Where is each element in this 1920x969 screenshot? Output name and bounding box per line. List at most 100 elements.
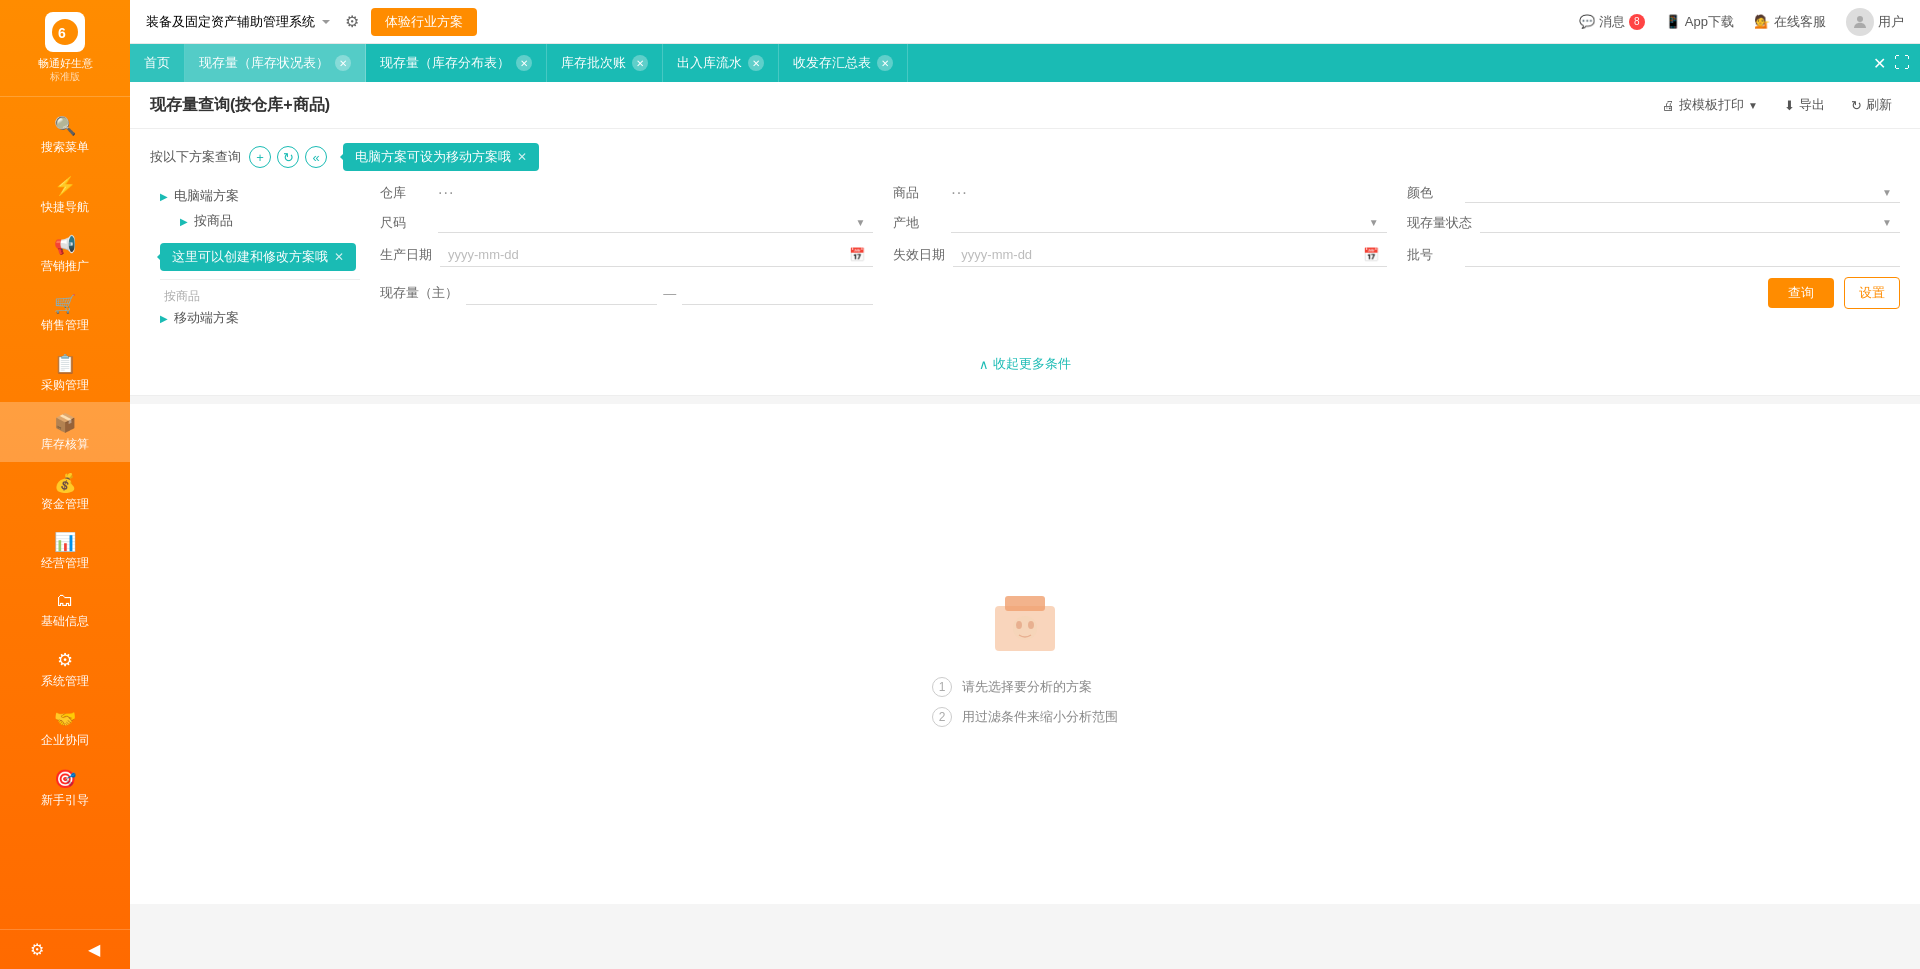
tab-inventory-dist-close[interactable]: ✕ <box>516 55 532 71</box>
refresh-label: 刷新 <box>1866 96 1892 114</box>
scheme-edit-tooltip-close[interactable]: ✕ <box>334 250 344 264</box>
tab-inventory-status-close[interactable]: ✕ <box>335 55 351 71</box>
tab-fullscreen-btn[interactable]: ⛶ <box>1894 54 1910 72</box>
header-left: 装备及固定资产辅助管理系统 ⚙ 体验行业方案 <box>146 8 477 36</box>
scheme-desktop-header[interactable]: ▶ 电脑端方案 <box>160 183 360 209</box>
scheme-mobile-tooltip-text: 电脑方案可设为移动方案哦 <box>355 148 511 166</box>
sidebar-item-system[interactable]: ⚙ 系统管理 <box>0 639 130 698</box>
sidebar-item-basic[interactable]: 🗂 基础信息 <box>0 580 130 638</box>
exp-date-input[interactable]: yyyy-mm-dd 📅 <box>953 243 1386 267</box>
stock-min-input[interactable] <box>466 281 657 305</box>
empty-state: 1 请先选择要分析的方案 2 用过滤条件来缩小分析范围 <box>932 581 1118 727</box>
sidebar-item-search[interactable]: 🔍 搜索菜单 <box>0 105 130 164</box>
app-download-label: App下载 <box>1685 13 1734 31</box>
sidebar-label-system: 系统管理 <box>41 674 89 688</box>
user-btn[interactable]: 用户 <box>1846 8 1904 36</box>
sales-icon: 🛒 <box>54 293 76 315</box>
prod-date-calendar-icon[interactable]: 📅 <box>849 247 865 262</box>
refresh-icon: ↻ <box>1851 98 1862 113</box>
sidebar-item-quick-nav[interactable]: ⚡ 快捷导航 <box>0 165 130 224</box>
chevron-right-icon-mobile: ▶ <box>160 313 168 324</box>
sidebar-item-operations[interactable]: 📊 经营管理 <box>0 521 130 580</box>
sidebar-collapse-btn[interactable]: ◀ <box>88 940 100 959</box>
tab-inventory-dist[interactable]: 现存量（库存分布表） ✕ <box>366 44 547 82</box>
color-select-arrow: ▼ <box>1882 187 1892 198</box>
batch-input[interactable] <box>1465 243 1900 267</box>
goods-dots[interactable]: ··· <box>951 184 967 202</box>
sidebar-item-enterprise[interactable]: 🤝 企业协同 <box>0 698 130 757</box>
sidebar-item-marketing[interactable]: 📢 营销推广 <box>0 224 130 283</box>
message-btn[interactable]: 💬 消息 8 <box>1579 13 1645 31</box>
color-select[interactable]: ▼ <box>1465 183 1900 203</box>
filter-warehouse: 仓库 ··· <box>380 184 873 202</box>
sidebar-label-marketing: 营销推广 <box>41 259 89 273</box>
scheme-edit-tooltip-text: 这里可以创建和修改方案哦 <box>172 248 328 266</box>
tab-inventory-status[interactable]: 现存量（库存状况表） ✕ <box>185 44 366 82</box>
stock-status-select[interactable]: ▼ <box>1480 213 1900 233</box>
filter-row-2: 尺码 ▼ 产地 ▼ <box>380 213 1900 233</box>
system-icon: ⚙ <box>57 649 73 671</box>
system-selector[interactable]: 装备及固定资产辅助管理系统 <box>146 13 333 31</box>
sidebar-item-purchase[interactable]: 📋 采购管理 <box>0 343 130 402</box>
filter-header: 按以下方案查询 + ↻ « 电脑方案可设为移动方案哦 ✕ <box>150 143 1900 171</box>
message-badge: 8 <box>1629 14 1645 30</box>
filter-add-btn[interactable]: + <box>249 146 271 168</box>
stock-max-input[interactable] <box>682 281 873 305</box>
sidebar-settings-btn[interactable]: ⚙ <box>30 940 44 959</box>
stock-range-sep: — <box>663 286 676 301</box>
empty-step-1: 1 请先选择要分析的方案 <box>932 677 1118 697</box>
tab-home[interactable]: 首页 <box>130 44 185 82</box>
origin-label: 产地 <box>893 214 943 232</box>
export-btn[interactable]: ⬇ 导出 <box>1776 92 1833 118</box>
set-btn[interactable]: 设置 <box>1844 277 1900 309</box>
scheme-edit-tooltip-wrapper: 这里可以创建和修改方案哦 ✕ <box>160 243 360 271</box>
print-btn[interactable]: 🖨 按模板打印 ▼ <box>1654 92 1766 118</box>
scheme-desktop-sub[interactable]: ▶ 按商品 <box>180 209 360 233</box>
sidebar-item-finance[interactable]: 💰 资金管理 <box>0 462 130 521</box>
logo-text: 畅通好生意 <box>38 56 93 70</box>
sidebar-label-inventory: 库存核算 <box>41 437 89 451</box>
header-settings-btn[interactable]: ⚙ <box>345 12 359 31</box>
tab-close-all-btn[interactable]: ✕ <box>1873 54 1886 73</box>
color-label: 颜色 <box>1407 184 1457 202</box>
app-download-btn[interactable]: 📱 App下载 <box>1665 13 1734 31</box>
sidebar-item-newbie[interactable]: 🎯 新手引导 <box>0 758 130 817</box>
industry-btn[interactable]: 体验行业方案 <box>371 8 477 36</box>
online-service-btn[interactable]: 💁 在线客服 <box>1754 13 1826 31</box>
filter-refresh-scheme-btn[interactable]: ↻ <box>277 146 299 168</box>
filter-origin: 产地 ▼ <box>893 213 1386 233</box>
prod-date-input[interactable]: yyyy-mm-dd 📅 <box>440 243 873 267</box>
finance-icon: 💰 <box>54 472 76 494</box>
tab-home-label: 首页 <box>144 54 170 72</box>
sidebar-label-quick-nav: 快捷导航 <box>41 200 89 214</box>
svg-point-6 <box>1016 621 1022 629</box>
message-icon: 💬 <box>1579 14 1595 29</box>
page-header-actions: 🖨 按模板打印 ▼ ⬇ 导出 ↻ 刷新 <box>1654 92 1900 118</box>
size-select[interactable]: ▼ <box>438 213 873 233</box>
origin-select[interactable]: ▼ <box>951 213 1386 233</box>
tab-in-out-flow-close[interactable]: ✕ <box>748 55 764 71</box>
sidebar-item-inventory[interactable]: 📦 库存核算 <box>0 402 130 461</box>
tab-batch-ledger-label: 库存批次账 <box>561 54 626 72</box>
sidebar-logo: 6 畅通好生意 标准版 <box>0 0 130 97</box>
scheme-mobile-tooltip-close[interactable]: ✕ <box>517 150 527 164</box>
tab-batch-ledger[interactable]: 库存批次账 ✕ <box>547 44 663 82</box>
scheme-mobile-header[interactable]: ▶ 移动端方案 <box>160 305 360 331</box>
header-right: 💬 消息 8 📱 App下载 💁 在线客服 用户 <box>1579 8 1904 36</box>
tab-recv-summary-close[interactable]: ✕ <box>877 55 893 71</box>
tab-recv-summary[interactable]: 收发存汇总表 ✕ <box>779 44 908 82</box>
warehouse-dots[interactable]: ··· <box>438 184 454 202</box>
scheme-panel: ▶ 电脑端方案 ▶ 按商品 这里可以创建和修改方案哦 ✕ <box>160 183 360 337</box>
query-btn[interactable]: 查询 <box>1768 278 1834 308</box>
filter-collapse-btn[interactable]: ∧ 收起更多条件 <box>150 347 1900 381</box>
prod-date-label: 生产日期 <box>380 246 432 264</box>
refresh-btn[interactable]: ↻ 刷新 <box>1843 92 1900 118</box>
exp-date-calendar-icon[interactable]: 📅 <box>1363 247 1379 262</box>
tab-in-out-flow[interactable]: 出入库流水 ✕ <box>663 44 779 82</box>
step-1-text: 请先选择要分析的方案 <box>962 678 1092 696</box>
filter-back-btn[interactable]: « <box>305 146 327 168</box>
sidebar-item-sales[interactable]: 🛒 销售管理 <box>0 283 130 342</box>
stock-status-select-arrow: ▼ <box>1882 217 1892 228</box>
tab-batch-ledger-close[interactable]: ✕ <box>632 55 648 71</box>
print-dropdown-icon: ▼ <box>1748 100 1758 111</box>
